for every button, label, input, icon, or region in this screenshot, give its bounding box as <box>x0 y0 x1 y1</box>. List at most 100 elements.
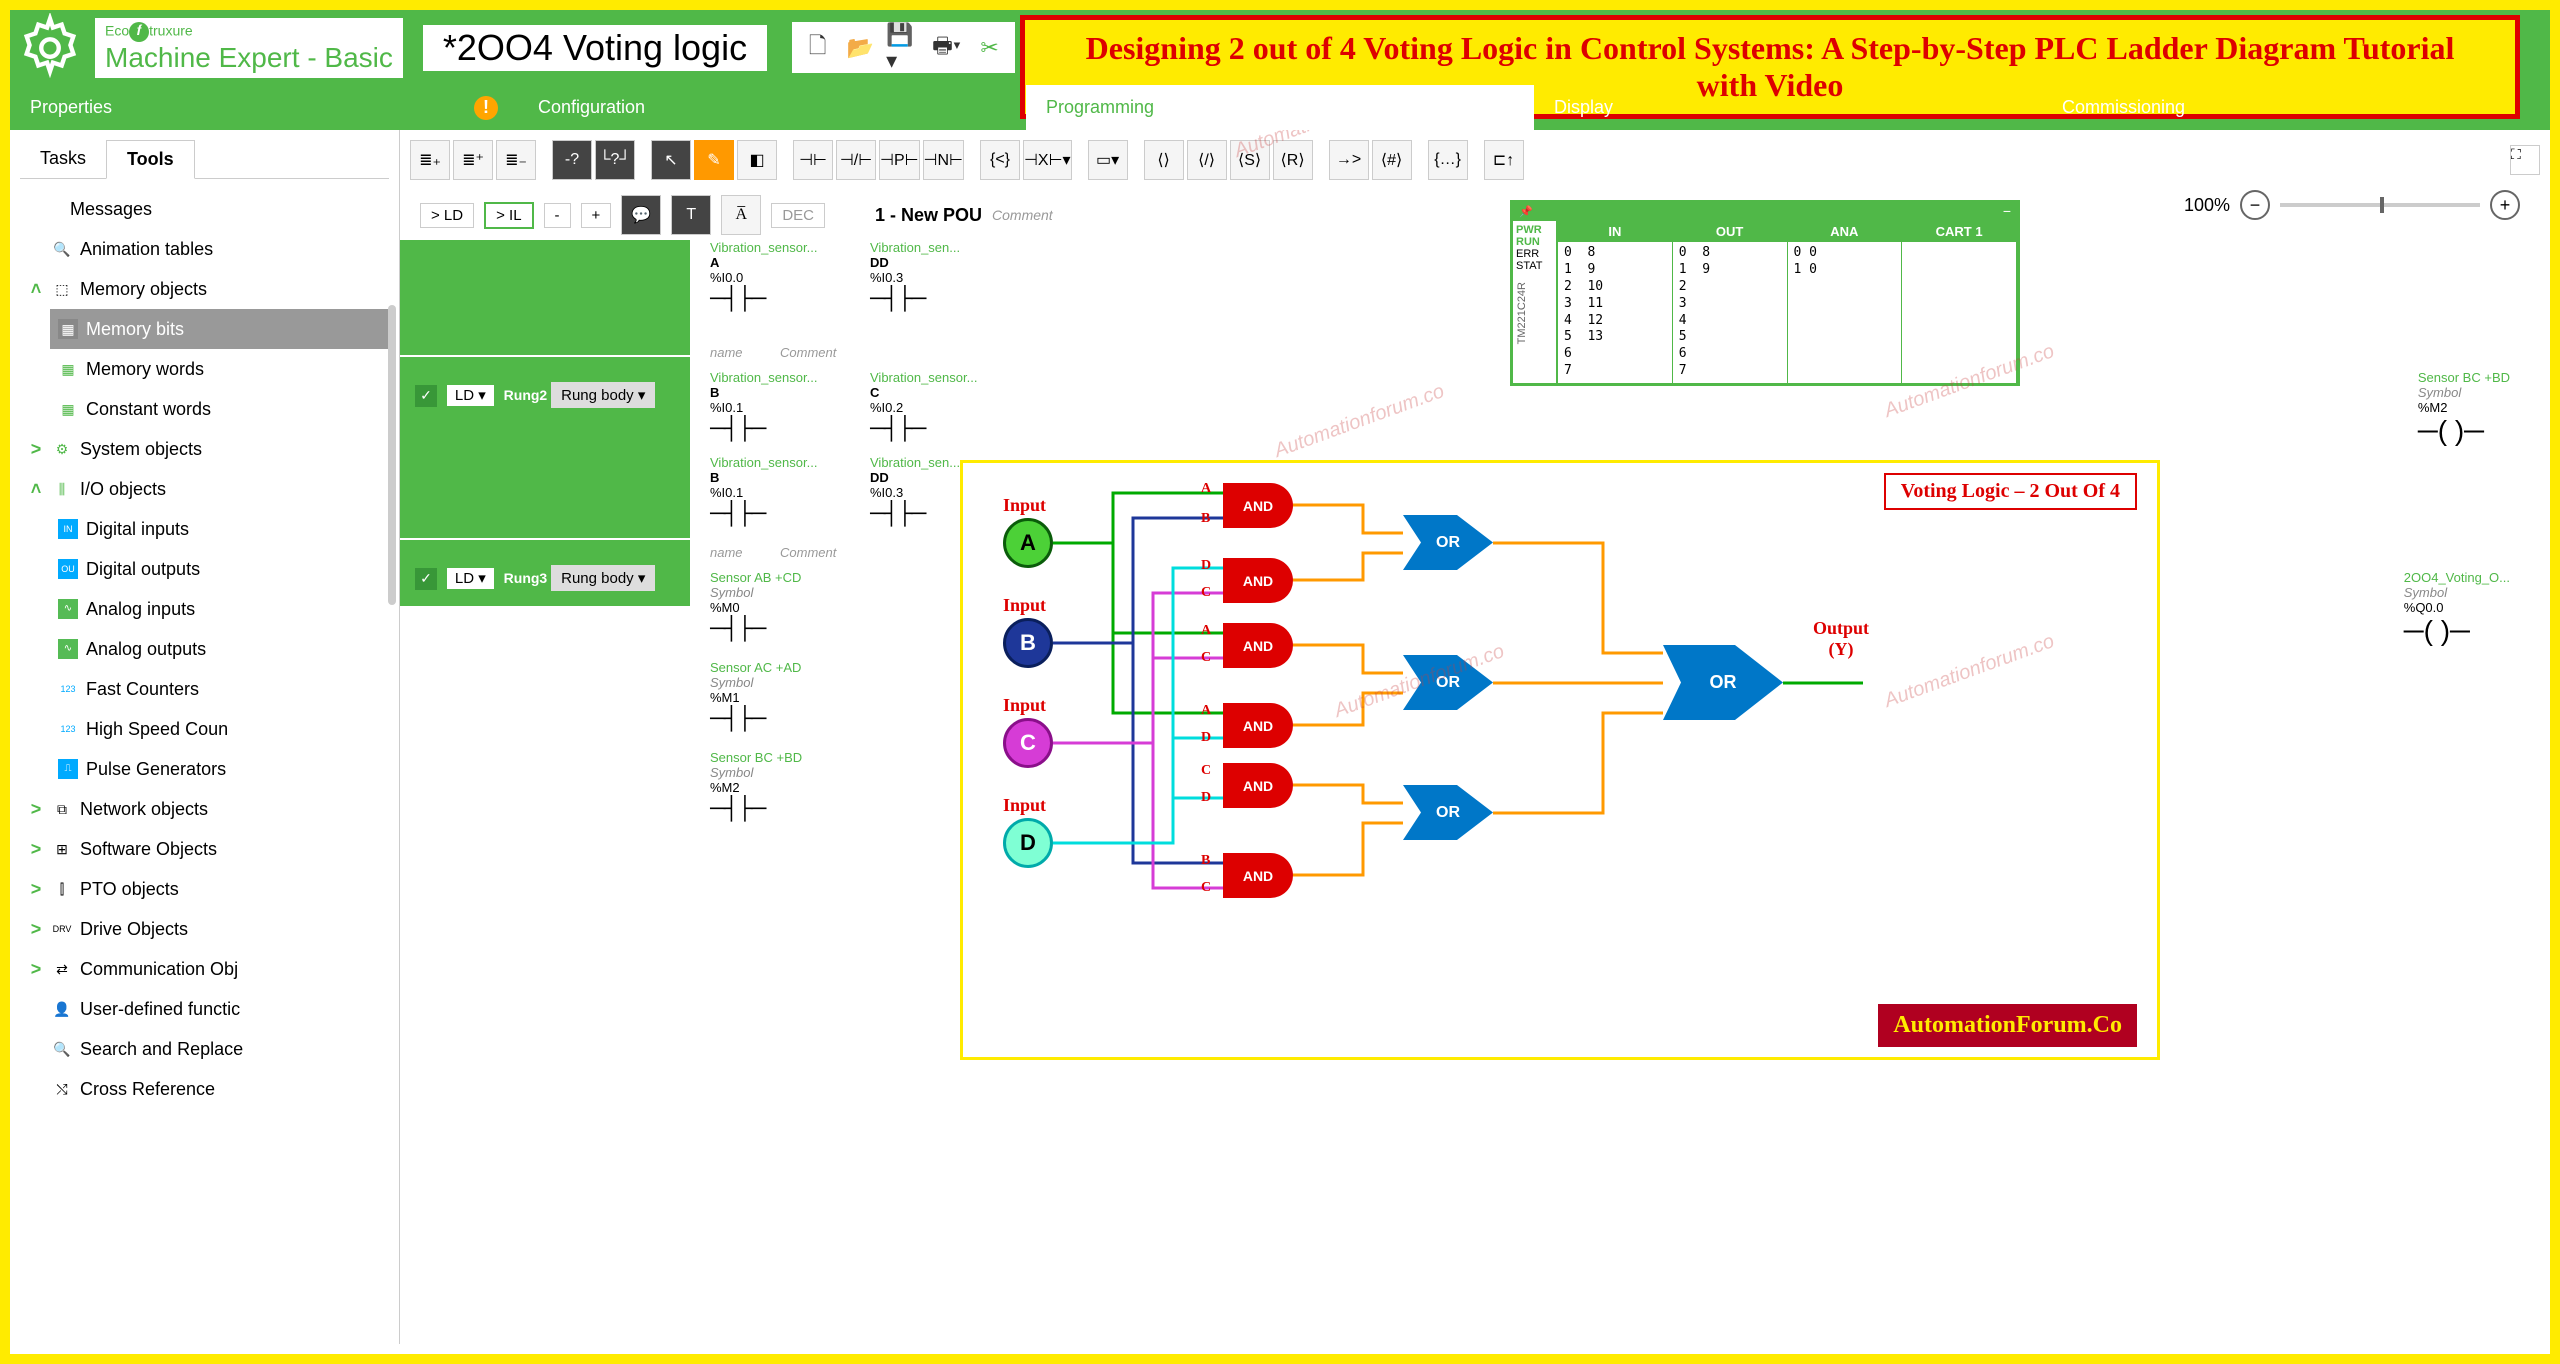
tree-analog-outputs[interactable]: ∿Analog outputs <box>50 629 389 669</box>
contact-m1[interactable]: Sensor AC +AD Symbol %M1 ─┤├─ <box>710 660 801 731</box>
io-icon: ⫼ <box>52 479 72 499</box>
dec-button[interactable]: DEC <box>771 203 825 228</box>
zoom-in-button[interactable]: + <box>2490 190 2520 220</box>
tab-tools[interactable]: Tools <box>106 140 195 179</box>
tree-comm-objects[interactable]: >⇄Communication Obj <box>20 949 389 989</box>
nav-configuration[interactable]: Configuration <box>518 85 1026 130</box>
tree-io-objects[interactable]: ˄⫼I/O objects <box>20 469 389 509</box>
plus-button[interactable]: + <box>581 203 612 228</box>
save-icon[interactable]: 💾▾ <box>886 30 921 65</box>
tree-fast-counters[interactable]: 123Fast Counters <box>50 669 389 709</box>
text-button[interactable]: T <box>671 195 711 235</box>
cut-icon[interactable]: ✂ <box>972 30 1007 65</box>
rung2-comment-hint[interactable]: Comment <box>780 345 836 360</box>
editor-canvas: ≣₊ ≣⁺ ≣₋ -? └?┘ ↖ ✎ ◧ ⊣⊢ ⊣/⊢ ⊣P⊢ ⊣N⊢ {<}… <box>400 130 2550 1344</box>
rung2-body-select[interactable]: Rung body ▾ <box>551 382 655 408</box>
branch-up-button[interactable]: ⊏↑ <box>1484 140 1524 180</box>
tree-memory-words[interactable]: ▦Memory words <box>50 349 389 389</box>
ld-button[interactable]: > LD <box>420 203 474 228</box>
tree-analog-inputs[interactable]: ∿Analog inputs <box>50 589 389 629</box>
pou-comment[interactable]: Comment <box>992 207 1053 223</box>
tree-network-objects[interactable]: >⧉Network objects <box>20 789 389 829</box>
tree-digital-inputs[interactable]: INDigital inputs <box>50 509 389 549</box>
contact-p-button[interactable]: ⊣P⊢ <box>879 140 920 180</box>
contact-b[interactable]: Vibration_sensor... B %I0.1 ─┤├─ <box>710 370 817 441</box>
tree-udf[interactable]: 👤User-defined functic <box>20 989 389 1029</box>
coil-reset-button[interactable]: ⟨R⟩ <box>1273 140 1313 180</box>
tree-animation-tables[interactable]: 🔍Animation tables <box>20 229 389 269</box>
contact-dd2[interactable]: Vibration_sen... DD %I0.3 ─┤├─ <box>870 455 960 526</box>
tree-pto-objects[interactable]: >⫿PTO objects <box>20 869 389 909</box>
unknown-button[interactable]: -? <box>552 140 592 180</box>
il-button[interactable]: > IL <box>484 202 533 229</box>
contact-n-button[interactable]: ⊣N⊢ <box>923 140 964 180</box>
contact-a[interactable]: Vibration_sensor... A %I0.0 ─┤├─ <box>710 240 817 311</box>
pencil-button[interactable]: ✎ <box>694 140 734 180</box>
open-file-icon[interactable]: 📂 <box>843 30 878 65</box>
coil-set-button[interactable]: ⟨S⟩ <box>1230 140 1270 180</box>
branch-button[interactable]: └?┘ <box>595 140 635 180</box>
print-icon[interactable]: 🖶▾ <box>929 30 964 65</box>
rung3-name-hint[interactable]: name <box>710 545 743 560</box>
tree-cross-ref[interactable]: ⤭Cross Reference <box>20 1069 389 1109</box>
nav-commissioning[interactable]: Commissioning <box>2042 85 2550 130</box>
fb-button[interactable]: ▭▾ <box>1088 140 1128 180</box>
contact-no-button[interactable]: ⊣⊢ <box>793 140 833 180</box>
tree-digital-outputs[interactable]: OUDigital outputs <box>50 549 389 589</box>
coil-button[interactable]: ⟨⟩ <box>1144 140 1184 180</box>
tree-constant-words[interactable]: ▦Constant words <box>50 389 389 429</box>
tree-memory-objects[interactable]: ˄⬚Memory objects <box>20 269 389 309</box>
minimize-icon[interactable]: − <box>2003 207 2011 215</box>
cursor-button[interactable]: ↖ <box>651 140 691 180</box>
coil-m2[interactable]: Sensor BC +BD Symbol %M2 ─( )─ <box>2418 370 2510 447</box>
delete-rung-button[interactable]: ≣₋ <box>496 140 536 180</box>
nav-properties[interactable]: Properties! <box>10 85 518 130</box>
compare-button[interactable]: {<} <box>980 140 1020 180</box>
contact-m2[interactable]: Sensor BC +BD Symbol %M2 ─┤├─ <box>710 750 802 821</box>
fc-icon: 123 <box>58 679 78 699</box>
coil-neg-button[interactable]: ⟨/⟩ <box>1187 140 1227 180</box>
operate-button[interactable]: {…} <box>1428 140 1468 180</box>
nav-programming[interactable]: Programming <box>1026 85 1534 130</box>
contact-c[interactable]: Vibration_sensor... C %I0.2 ─┤├─ <box>870 370 977 441</box>
tree-system-objects[interactable]: >⚙System objects <box>20 429 389 469</box>
xor-button[interactable]: ⊣X⊢▾ <box>1023 140 1072 180</box>
rung3-header[interactable]: ✓ LD ▾ Rung3 Rung body ▾ <box>400 538 690 606</box>
output-label: Output (Y) <box>1813 618 1869 660</box>
zoom-slider[interactable] <box>2280 203 2480 207</box>
rung2-header[interactable]: ✓ LD ▾ Rung2 Rung body ▾ <box>400 355 690 423</box>
fit-view-button[interactable]: ⛶ <box>2510 145 2540 175</box>
rung2-name-hint[interactable]: name <box>710 345 743 360</box>
rung3-body-select[interactable]: Rung body ▾ <box>551 565 655 591</box>
format-button[interactable]: A̅ <box>721 195 761 235</box>
eraser-button[interactable]: ◧ <box>737 140 777 180</box>
contact-m0[interactable]: Sensor AB +CD Symbol %M0 ─┤├─ <box>710 570 801 641</box>
tree-search-replace[interactable]: 🔍Search and Replace <box>20 1029 389 1069</box>
rung3-comment-hint[interactable]: Comment <box>780 545 836 560</box>
zoom-out-button[interactable]: − <box>2240 190 2270 220</box>
comment-button[interactable]: 💬 <box>621 195 661 235</box>
tree-hsc[interactable]: 123High Speed Coun <box>50 709 389 749</box>
ain-icon: ∿ <box>58 599 78 619</box>
contact-nc-button[interactable]: ⊣/⊢ <box>836 140 876 180</box>
nav-display[interactable]: Display <box>1534 85 2042 130</box>
sidebar-scrollbar[interactable] <box>388 305 396 605</box>
minus-button[interactable]: - <box>544 203 571 228</box>
drive-icon: DRV <box>52 919 72 939</box>
label-button[interactable]: ⟨#⟩ <box>1372 140 1412 180</box>
tree-memory-bits[interactable]: ▦Memory bits <box>50 309 389 349</box>
jump-button[interactable]: →> <box>1329 140 1369 180</box>
tree-pulse-gen[interactable]: ⎍Pulse Generators <box>50 749 389 789</box>
contact-dd[interactable]: Vibration_sen... DD %I0.3 ─┤├─ <box>870 240 960 311</box>
tree-software-objects[interactable]: >⊞Software Objects <box>20 829 389 869</box>
tab-tasks[interactable]: Tasks <box>20 140 106 178</box>
tree-drive-objects[interactable]: >DRVDrive Objects <box>20 909 389 949</box>
io-panel[interactable]: 📌− PWR RUN ERR STAT TM221C24R IN0 8 1 9 … <box>1510 200 2020 386</box>
contact-b2[interactable]: Vibration_sensor... B %I0.1 ─┤├─ <box>710 455 817 526</box>
insert-rung-above-button[interactable]: ≣₊ <box>410 140 450 180</box>
pin-icon[interactable]: 📌 <box>1519 205 1533 218</box>
new-file-icon[interactable]: 🗋 <box>800 30 835 65</box>
insert-rung-below-button[interactable]: ≣⁺ <box>453 140 493 180</box>
tree-messages[interactable]: Messages <box>20 189 389 229</box>
coil-q0[interactable]: 2OO4_Voting_O... Symbol %Q0.0 ─( )─ <box>2404 570 2510 647</box>
